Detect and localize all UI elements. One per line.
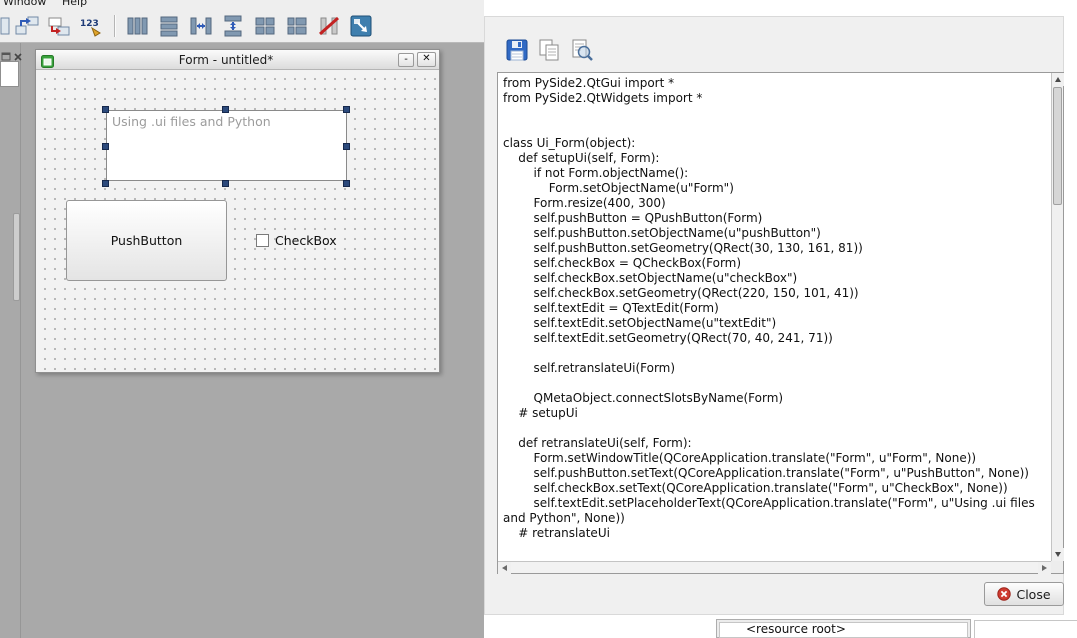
minimize-button[interactable]: - — [398, 53, 414, 67]
selection-handle-mid-right[interactable] — [343, 143, 350, 150]
menu-window[interactable]: Window — [3, 0, 46, 8]
scroll-up-button[interactable] — [1052, 73, 1064, 86]
vertical-scrollbar[interactable] — [1051, 73, 1063, 561]
break-layout-icon[interactable] — [316, 13, 342, 39]
selection-handle-bottom-right[interactable] — [343, 180, 350, 187]
selection-handle-mid-left[interactable] — [102, 143, 109, 150]
scroll-down-button[interactable] — [1052, 548, 1064, 561]
find-icon[interactable] — [569, 38, 595, 68]
checkbox-widget[interactable]: CheckBox — [256, 220, 357, 261]
close-circle-icon — [997, 587, 1011, 601]
code-area: from PySide2.QtGui import * from PySide2… — [497, 72, 1064, 574]
layout-form-icon[interactable] — [284, 13, 310, 39]
selection-handle-top-right[interactable] — [343, 106, 350, 113]
layout-vertical-splitter-icon[interactable] — [220, 13, 246, 39]
tab-order-123: 123 — [80, 19, 99, 29]
dock-edge — [20, 43, 21, 638]
resource-browser-panel: <resource root> — [716, 619, 971, 638]
form-window-titlebar[interactable]: Form - untitled* - ✕ — [36, 50, 439, 70]
edit-widgets-icon[interactable] — [0, 13, 10, 39]
form-canvas[interactable]: Using .ui files and Python PushButton Ch… — [36, 70, 439, 372]
scrollbar-corner — [1051, 561, 1063, 573]
code-preview-dialog: from PySide2.QtGui import * from PySide2… — [484, 16, 1064, 615]
selection-handle-top-left[interactable] — [102, 106, 109, 113]
code-text[interactable]: from PySide2.QtGui import * from PySide2… — [499, 74, 1050, 560]
close-button[interactable]: Close — [984, 582, 1064, 606]
arrow-left-icon — [502, 565, 507, 571]
textedit-placeholder: Using .ui files and Python — [112, 114, 271, 129]
horizontal-scrollbar[interactable] — [498, 561, 1051, 573]
save-icon[interactable] — [506, 39, 528, 65]
pushbutton-widget[interactable]: PushButton — [66, 200, 227, 281]
adjust-size-icon[interactable] — [348, 13, 374, 39]
textedit-widget[interactable]: Using .ui files and Python — [106, 110, 347, 181]
scroll-right-button[interactable] — [1038, 562, 1051, 574]
bottom-right-panel — [974, 620, 1077, 638]
selection-handle-top-center[interactable] — [222, 106, 229, 113]
main-toolbar: Window Help — [0, 0, 484, 43]
toolbar-separator — [114, 15, 116, 37]
selection-handle-bottom-center[interactable] — [222, 180, 229, 187]
toolbar-row: 123 — [0, 12, 380, 40]
screen: Window Help — [0, 0, 1077, 638]
checkbox-label: CheckBox — [275, 233, 337, 248]
arrow-up-icon — [1055, 77, 1061, 82]
resource-root-item[interactable]: <resource root> — [719, 622, 968, 638]
arrow-down-icon — [1055, 552, 1061, 557]
vertical-scrollbar-thumb[interactable] — [1053, 87, 1062, 205]
menu-help[interactable]: Help — [62, 0, 87, 8]
edit-signals-slots-icon[interactable] — [14, 13, 40, 39]
layout-vertical-icon[interactable] — [156, 13, 182, 39]
dock-float-button[interactable] — [1, 47, 11, 57]
designer-form-icon — [41, 53, 54, 66]
layout-grid-icon[interactable] — [252, 13, 278, 39]
copy-icon[interactable] — [537, 38, 561, 66]
dock-close-icon[interactable] — [13, 47, 23, 57]
dock-scrollbar-thumb[interactable] — [13, 213, 20, 301]
edit-tab-order-icon[interactable]: 123 — [78, 13, 104, 39]
scroll-left-button[interactable] — [498, 562, 511, 574]
layout-horizontal-icon[interactable] — [124, 13, 150, 39]
form-window-title: Form - untitled* — [54, 53, 398, 67]
edit-buddies-icon[interactable] — [46, 13, 72, 39]
close-window-button[interactable]: ✕ — [417, 52, 436, 67]
checkbox-indicator — [256, 234, 269, 247]
arrow-right-icon — [1042, 565, 1047, 571]
close-button-label: Close — [1016, 587, 1050, 602]
designer-form-window: Form - untitled* - ✕ Using .ui files and… — [35, 49, 440, 373]
layout-horizontal-splitter-icon[interactable] — [188, 13, 214, 39]
selection-handle-bottom-left[interactable] — [102, 180, 109, 187]
widget-box-filter-input[interactable] — [0, 61, 19, 87]
